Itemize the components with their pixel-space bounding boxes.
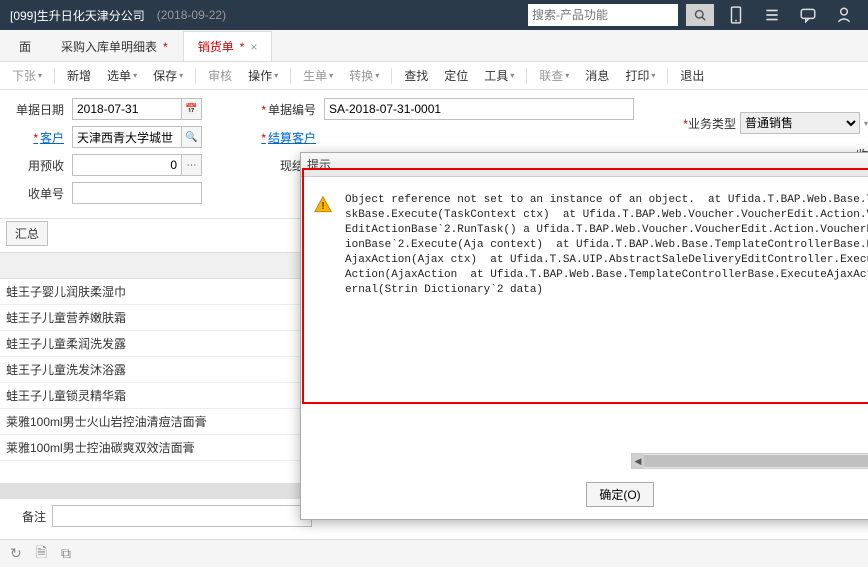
status-bar: ↻ 🗎 ⧉ xyxy=(0,539,868,567)
tab-desktop[interactable]: 面 xyxy=(4,31,46,61)
tab-purchase-detail[interactable]: 采购入库单明细表* xyxy=(46,31,183,61)
tabs-bar: 面 采购入库单明细表* 销货单*× xyxy=(0,30,868,62)
biztype-label: *业务类型 xyxy=(683,115,736,132)
biztype-group: *业务类型 普通销售 ▾ xyxy=(683,112,868,134)
remark-label: 备注 xyxy=(6,508,46,525)
dialog-title: 提示 xyxy=(307,156,331,173)
search-input[interactable] xyxy=(528,4,678,26)
convert-button[interactable]: 转换▾ xyxy=(343,64,385,87)
phone-icon[interactable] xyxy=(722,4,750,26)
save-button[interactable]: 保存▾ xyxy=(147,64,189,87)
status-copy-icon[interactable]: ⧉ xyxy=(61,545,71,562)
audit-button[interactable]: 审核 xyxy=(202,64,238,87)
company-name: [099]生升日化天津分公司 xyxy=(10,7,145,24)
header-date: (2018-09-22) xyxy=(157,8,226,22)
list-icon[interactable] xyxy=(758,4,786,26)
search-button[interactable] xyxy=(686,4,714,26)
dialog-h-scrollbar[interactable]: ◀ ▶ xyxy=(631,453,868,469)
error-dialog: 提示 × ! Object reference not set to an in… xyxy=(300,152,868,520)
prepay-label: 用预收 xyxy=(6,157,64,174)
user-icon[interactable] xyxy=(830,4,858,26)
biztype-select[interactable]: 普通销售 xyxy=(740,112,860,134)
date-input[interactable] xyxy=(72,98,182,120)
svg-text:!: ! xyxy=(321,201,324,212)
tab-sales-order[interactable]: 销货单*× xyxy=(183,31,273,61)
date-label: 单据日期 xyxy=(6,101,64,118)
customer-label[interactable]: *客户 xyxy=(6,129,64,146)
code-label: *单据编号 xyxy=(258,101,316,118)
search-icon xyxy=(694,9,706,21)
dialog-ok-button[interactable]: 确定(O) xyxy=(586,482,653,507)
exit-button[interactable]: 退出 xyxy=(674,64,710,87)
tools-button[interactable]: 工具▾ xyxy=(478,64,520,87)
error-message: Object reference not set to an instance … xyxy=(345,193,868,298)
settle-customer-label[interactable]: *结算客户 xyxy=(258,129,316,146)
app-header: [099]生升日化天津分公司 (2018-09-22) xyxy=(0,0,868,30)
status-doc-icon[interactable]: 🗎 xyxy=(36,542,47,566)
code-input[interactable] xyxy=(324,98,634,120)
ops-button[interactable]: 操作▾ xyxy=(242,64,284,87)
summary-button[interactable]: 汇总 xyxy=(6,221,48,246)
chat-icon[interactable] xyxy=(794,4,822,26)
select-button[interactable]: 选单▾ xyxy=(101,64,143,87)
add-button[interactable]: 新增 xyxy=(61,64,97,87)
prepay-input[interactable] xyxy=(72,154,182,176)
msg-button[interactable]: 消息 xyxy=(579,64,615,87)
toolbar: 下张▾ 新增 选单▾ 保存▾ 审核 操作▾ 生单▾ 转换▾ 查找 定位 工具▾ … xyxy=(0,62,868,90)
locate-button[interactable]: 定位 xyxy=(438,64,474,87)
status-refresh-icon[interactable]: ↻ xyxy=(10,545,22,562)
related-button[interactable]: 联查▾ xyxy=(533,64,575,87)
customer-input[interactable] xyxy=(72,126,182,148)
dropdown-icon[interactable]: ⋯ xyxy=(182,154,202,176)
nav-next[interactable]: 下张▾ xyxy=(6,64,48,87)
gen-button[interactable]: 生单▾ xyxy=(297,64,339,87)
close-icon[interactable]: × xyxy=(250,40,257,54)
calendar-icon[interactable]: 📅 xyxy=(182,98,202,120)
lookup-icon[interactable]: 🔍 xyxy=(182,126,202,148)
collect-input[interactable] xyxy=(72,182,202,204)
scroll-left-icon[interactable]: ◀ xyxy=(632,454,644,468)
print-button[interactable]: 打印▾ xyxy=(619,64,661,87)
warning-icon: ! xyxy=(313,195,333,215)
query-button[interactable]: 查找 xyxy=(398,64,434,87)
collect-label: 收单号 xyxy=(6,185,64,202)
remark-input[interactable] xyxy=(52,505,312,527)
